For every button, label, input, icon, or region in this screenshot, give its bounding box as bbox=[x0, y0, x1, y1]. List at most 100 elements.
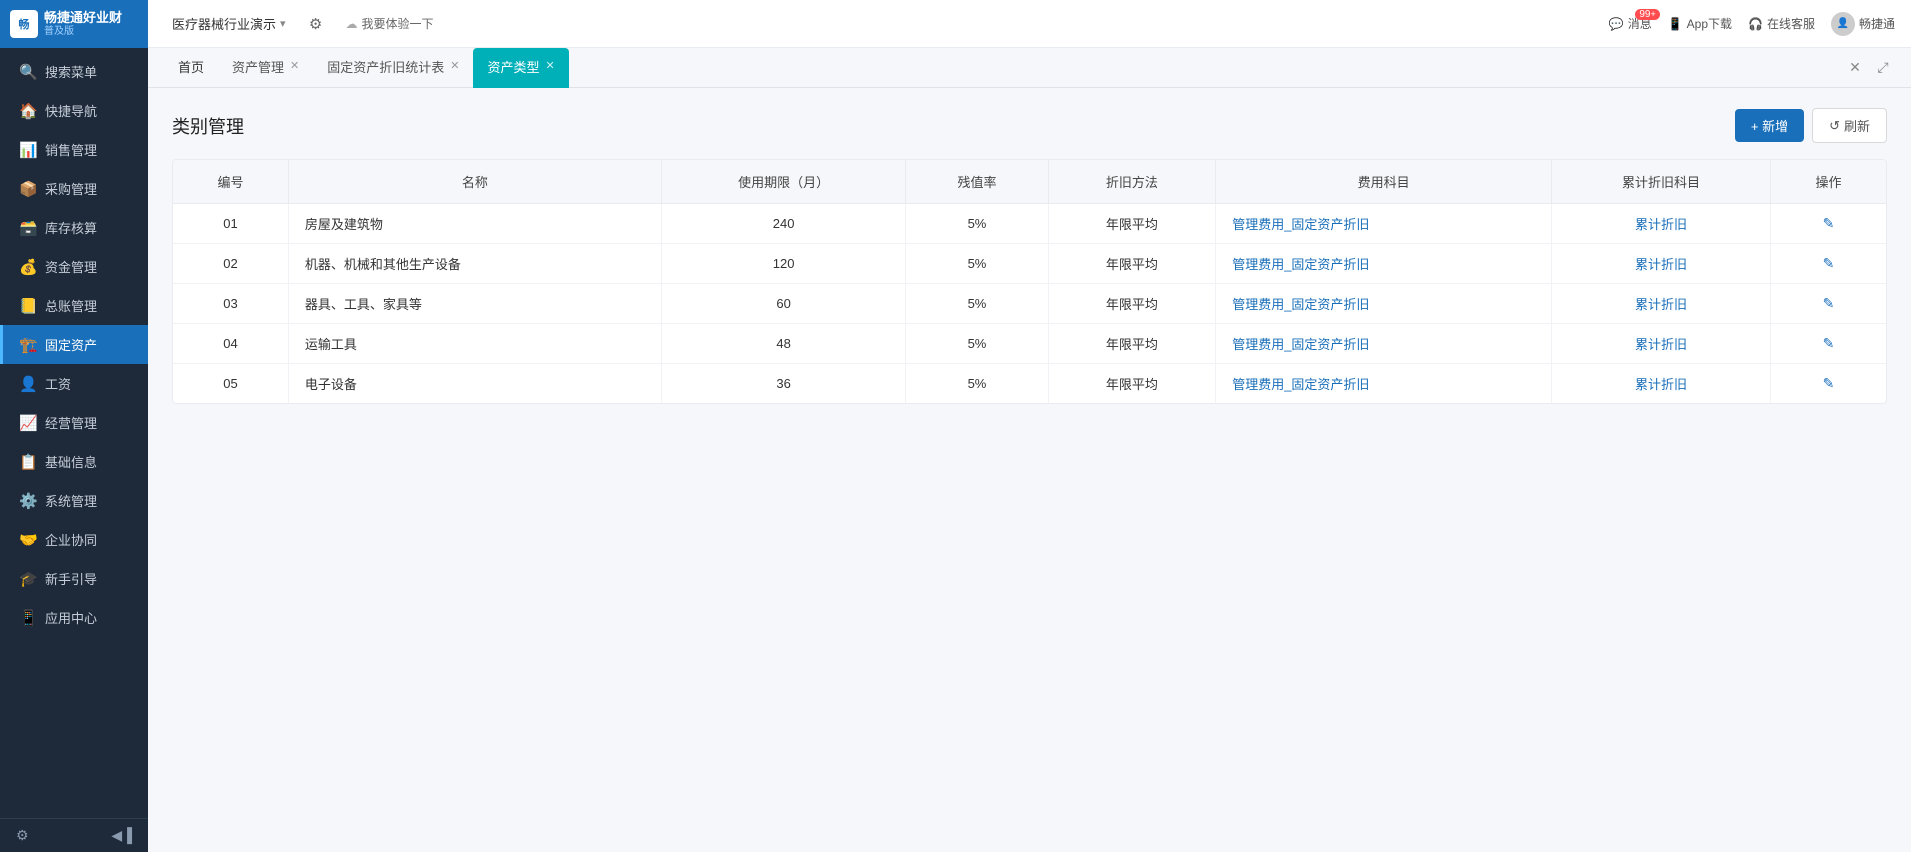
tab-asset-type-close[interactable]: ✕ bbox=[546, 61, 555, 72]
close-tab-button[interactable]: ✕ bbox=[1843, 56, 1867, 80]
sidebar-item-partner[interactable]: 🤝 企业协同 bbox=[0, 520, 148, 559]
sidebar-item-capital[interactable]: 💰资金管理 bbox=[0, 247, 148, 286]
customer-service-button[interactable]: 🎧 在线客服 bbox=[1748, 15, 1815, 32]
sidebar-item-fixed[interactable]: 🏗️固定资产 bbox=[0, 325, 148, 364]
cell-accumulated-4: 累计折旧 bbox=[1552, 364, 1771, 404]
tab-asset-type[interactable]: 资产类型 ✕ bbox=[473, 48, 568, 88]
col-code: 编号 bbox=[173, 160, 288, 204]
cloud-icon: ☁ bbox=[346, 17, 358, 31]
sidebar-item-purchase[interactable]: 📦采购管理 bbox=[0, 169, 148, 208]
sidebar-item-basic[interactable]: 📋基础信息 bbox=[0, 442, 148, 481]
cell-action-4[interactable]: ✎ bbox=[1771, 364, 1886, 404]
sidebar-item-quicknav[interactable]: 🏠快捷导航 bbox=[0, 91, 148, 130]
sidebar-item-system[interactable]: ⚙️系统管理 bbox=[0, 481, 148, 520]
maximize-tab-button[interactable]: ⤢ bbox=[1871, 56, 1895, 80]
sidebar-icon-apps: 📱 bbox=[19, 609, 37, 627]
sidebar-item-ledger[interactable]: 📒总账管理 bbox=[0, 286, 148, 325]
sidebar-label-apps: 应用中心 bbox=[45, 608, 97, 627]
avatar-icon: 👤 bbox=[1837, 18, 1849, 29]
refresh-button[interactable]: ↺ 刷新 bbox=[1812, 108, 1887, 143]
sidebar-item-ops[interactable]: 📈经营管理 bbox=[0, 403, 148, 442]
sidebar-label-salary: 工资 bbox=[45, 374, 71, 393]
content-area: 类别管理 + 新增 ↺ 刷新 编号 名称 使用期限（月） 残值率 折旧方法 bbox=[148, 88, 1911, 852]
cell-action-2[interactable]: ✎ bbox=[1771, 284, 1886, 324]
cell-months-2: 60 bbox=[661, 284, 906, 324]
cell-name-3: 运输工具 bbox=[288, 324, 661, 364]
cell-method-1: 年限平均 bbox=[1048, 244, 1216, 284]
edit-icon-0[interactable]: ✎ bbox=[1823, 215, 1835, 231]
sidebar-item-guide[interactable]: 🎓 新手引导 bbox=[0, 559, 148, 598]
module-settings-button[interactable]: ⚙ bbox=[302, 10, 330, 38]
sidebar-item-search[interactable]: 🔍搜索菜单 bbox=[0, 52, 148, 91]
experience-label: 我要体验一下 bbox=[362, 15, 434, 32]
cell-action-1[interactable]: ✎ bbox=[1771, 244, 1886, 284]
tab-depreciation-table-label: 固定资产折旧统计表 bbox=[327, 57, 444, 76]
page-header: 类别管理 + 新增 ↺ 刷新 bbox=[172, 108, 1887, 143]
sidebar-icon-system: ⚙️ bbox=[19, 492, 37, 510]
sidebar-icon-partner: 🤝 bbox=[19, 531, 37, 549]
cell-expense-4: 管理费用_固定资产折旧 bbox=[1216, 364, 1552, 404]
sidebar-label-guide: 新手引导 bbox=[45, 569, 97, 588]
user-menu-button[interactable]: 👤 畅捷通 bbox=[1831, 12, 1895, 36]
tab-asset-management-close[interactable]: ✕ bbox=[290, 61, 299, 72]
module-selector[interactable]: 医疗器械行业演示 ▾ bbox=[164, 10, 294, 37]
col-accumulated: 累计折旧科目 bbox=[1552, 160, 1771, 204]
collapse-icon[interactable]: ◀▐ bbox=[111, 827, 132, 844]
message-icon: 💬 bbox=[1609, 17, 1624, 31]
cell-accumulated-3: 累计折旧 bbox=[1552, 324, 1771, 364]
edit-icon-1[interactable]: ✎ bbox=[1823, 255, 1835, 271]
sidebar-icon-guide: 🎓 bbox=[19, 570, 37, 588]
edit-icon-3[interactable]: ✎ bbox=[1823, 335, 1835, 351]
table-row: 03 器具、工具、家具等 60 5% 年限平均 管理费用_固定资产折旧 累计折旧… bbox=[173, 284, 1886, 324]
logo-sub: 普及版 bbox=[44, 26, 122, 38]
sidebar-label-purchase: 采购管理 bbox=[45, 179, 97, 198]
edit-icon-4[interactable]: ✎ bbox=[1823, 375, 1835, 391]
sidebar-item-sales[interactable]: 📊 销售管理 bbox=[0, 130, 148, 169]
sidebar-icon-sales: 📊 bbox=[19, 141, 37, 159]
sidebar-label-ops: 经营管理 bbox=[45, 413, 97, 432]
sidebar-label-fixed: 固定资产 bbox=[45, 335, 97, 354]
phone-icon: 📱 bbox=[1668, 17, 1683, 31]
sidebar-item-apps[interactable]: 📱 应用中心 bbox=[0, 598, 148, 637]
app-download-button[interactable]: 📱 App下载 bbox=[1668, 15, 1732, 32]
main-area: 医疗器械行业演示 ▾ ⚙ ☁ 我要体验一下 💬 消息 99+ 📱 App下载 🎧… bbox=[148, 0, 1911, 852]
cell-residual-4: 5% bbox=[906, 364, 1048, 404]
experience-button[interactable]: ☁ 我要体验一下 bbox=[338, 11, 442, 36]
tab-depreciation-table[interactable]: 固定资产折旧统计表 ✕ bbox=[313, 48, 473, 88]
edit-icon-2[interactable]: ✎ bbox=[1823, 295, 1835, 311]
cell-method-3: 年限平均 bbox=[1048, 324, 1216, 364]
sidebar-item-salary[interactable]: 👤工资 bbox=[0, 364, 148, 403]
tab-home[interactable]: 首页 bbox=[164, 48, 218, 88]
tab-home-label: 首页 bbox=[178, 57, 204, 76]
col-method: 折旧方法 bbox=[1048, 160, 1216, 204]
cell-months-1: 120 bbox=[661, 244, 906, 284]
topbar-right: 💬 消息 99+ 📱 App下载 🎧 在线客服 👤 畅捷通 bbox=[1609, 12, 1895, 36]
cell-expense-2: 管理费用_固定资产折旧 bbox=[1216, 284, 1552, 324]
sidebar-item-inventory[interactable]: 🗃️库存核算 bbox=[0, 208, 148, 247]
new-button[interactable]: + 新增 bbox=[1735, 109, 1804, 142]
sidebar-label-partner: 企业协同 bbox=[45, 530, 97, 549]
cell-residual-1: 5% bbox=[906, 244, 1048, 284]
customer-service-label: 在线客服 bbox=[1767, 15, 1815, 32]
category-table-container: 编号 名称 使用期限（月） 残值率 折旧方法 费用科目 累计折旧科目 操作 01… bbox=[172, 159, 1887, 404]
sidebar-footer: ⚙ ◀▐ bbox=[0, 818, 148, 852]
tab-asset-management[interactable]: 资产管理 ✕ bbox=[218, 48, 313, 88]
settings-icon[interactable]: ⚙ bbox=[16, 827, 29, 844]
message-button[interactable]: 💬 消息 99+ bbox=[1609, 15, 1652, 32]
sidebar-label-sales: 销售管理 bbox=[45, 140, 97, 159]
cell-action-0[interactable]: ✎ bbox=[1771, 204, 1886, 244]
category-table: 编号 名称 使用期限（月） 残值率 折旧方法 费用科目 累计折旧科目 操作 01… bbox=[173, 160, 1886, 403]
tab-depreciation-close[interactable]: ✕ bbox=[450, 61, 459, 72]
cell-code-4: 05 bbox=[173, 364, 288, 404]
cell-name-2: 器具、工具、家具等 bbox=[288, 284, 661, 324]
col-name: 名称 bbox=[288, 160, 661, 204]
sidebar-label-capital: 资金管理 bbox=[45, 257, 97, 276]
sidebar-label-ledger: 总账管理 bbox=[45, 296, 97, 315]
cell-name-4: 电子设备 bbox=[288, 364, 661, 404]
sidebar-logo: 畅 畅捷通好业财 普及版 bbox=[0, 0, 148, 48]
sidebar-icon-basic: 📋 bbox=[19, 453, 37, 471]
cell-residual-0: 5% bbox=[906, 204, 1048, 244]
cell-action-3[interactable]: ✎ bbox=[1771, 324, 1886, 364]
header-actions: + 新增 ↺ 刷新 bbox=[1735, 108, 1887, 143]
cell-accumulated-1: 累计折旧 bbox=[1552, 244, 1771, 284]
